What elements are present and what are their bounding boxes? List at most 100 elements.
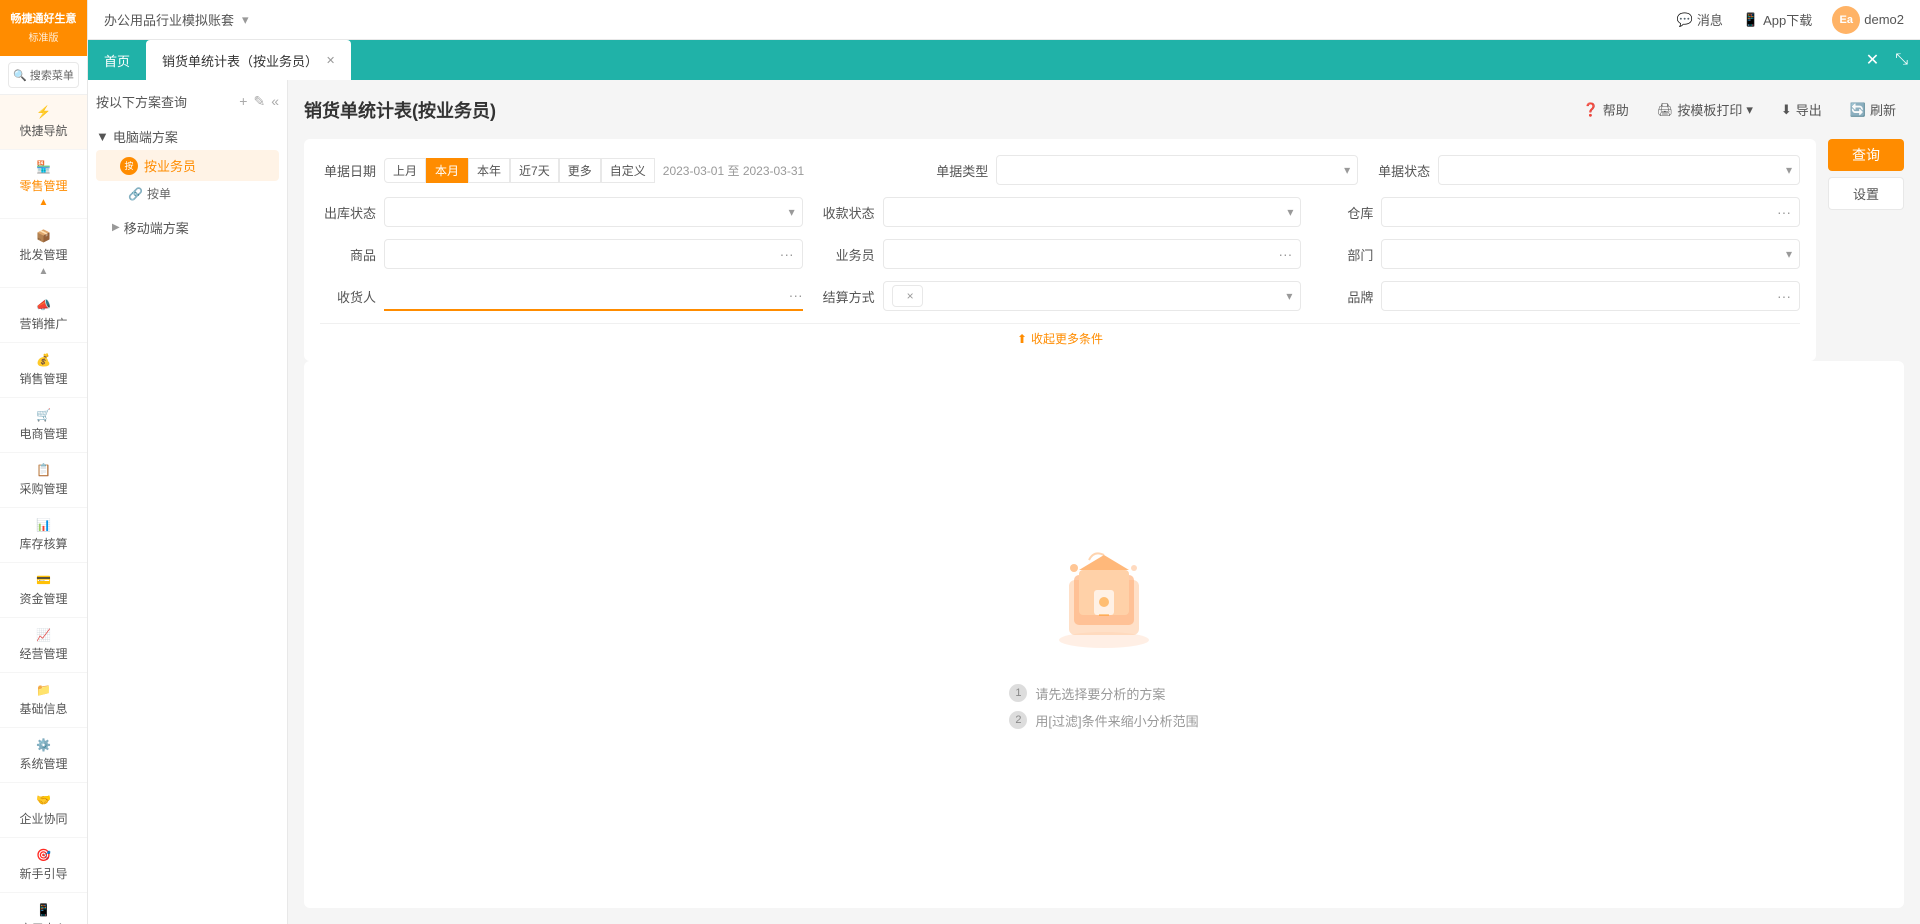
tab-close-icon[interactable]: ✕ <box>326 54 335 67</box>
shortcut-icon: ⚡ <box>36 105 51 119</box>
dept-select[interactable] <box>1381 239 1800 269</box>
app-download-button[interactable]: 📱 App下载 <box>1743 10 1812 29</box>
search-menu-area[interactable]: 🔍 搜索菜单 <box>0 56 87 95</box>
out-status-select[interactable] <box>384 197 803 227</box>
receipt-status-select-wrapper[interactable] <box>883 197 1302 227</box>
left-panel-actions: + ✎ « <box>239 93 279 110</box>
scheme-item-by-salesman[interactable]: 按 按业务员 <box>96 150 279 181</box>
sidebar-item-enterprise[interactable]: 🤝 企业协同 <box>0 783 87 838</box>
sidebar-item-ecommerce[interactable]: 🛒 电商管理 <box>0 398 87 453</box>
empty-tip-2: 2 用[过滤]条件来缩小分析范围 <box>1009 711 1198 730</box>
collapse-label: 收起更多条件 <box>1031 330 1103 347</box>
tab-home-label: 首页 <box>104 51 130 70</box>
refresh-label: 刷新 <box>1870 100 1896 119</box>
goods-label: 商品 <box>320 245 376 264</box>
scheme-sub-by-order[interactable]: 🔗 按单 <box>96 181 279 206</box>
message-button[interactable]: 💬 消息 <box>1677 10 1723 29</box>
left-panel-header: 按以下方案查询 + ✎ « <box>96 92 279 111</box>
salesman-input[interactable] <box>883 239 1302 269</box>
filter-date: 单据日期 上月 本月 本年 近7天 更多 自定义 2023-03-01 至 20… <box>320 158 916 183</box>
dept-select-wrapper[interactable] <box>1381 239 1800 269</box>
tab-sales-stat[interactable]: 销货单统计表（按业务员） ✕ <box>146 40 351 80</box>
header-dropdown-icon[interactable]: ▾ <box>242 12 249 28</box>
print-button[interactable]: 🖨 按模板打印 ▾ <box>1649 96 1761 123</box>
purchase-icon: 📋 <box>36 463 51 477</box>
sales-label: 销售管理 <box>19 370 67 387</box>
date-btn-last-month[interactable]: 上月 <box>384 158 426 183</box>
sidebar-item-basic[interactable]: 📁 基础信息 <box>0 673 87 728</box>
filter-warehouse: 仓库 <box>1317 197 1800 227</box>
sidebar-item-operation[interactable]: 📈 经营管理 <box>0 618 87 673</box>
date-btn-this-year[interactable]: 本年 <box>468 158 510 183</box>
doc-status-select-wrapper[interactable] <box>1438 155 1800 185</box>
empty-illustration <box>1044 540 1164 660</box>
app-center-label: 应用中心 <box>19 920 67 924</box>
date-btn-more[interactable]: 更多 <box>559 158 601 183</box>
sidebar-item-sales[interactable]: 💰 销售管理 <box>0 343 87 398</box>
right-panel: 销货单统计表(按业务员) ❓ 帮助 🖨 按模板打印 ▾ ⬇ 导出 <box>288 80 1920 924</box>
out-status-select-wrapper[interactable] <box>384 197 803 227</box>
brand-input[interactable] <box>1381 281 1800 311</box>
add-scheme-button[interactable]: + <box>239 93 247 110</box>
out-status-label: 出库状态 <box>320 203 376 222</box>
date-btn-custom[interactable]: 自定义 <box>601 158 655 183</box>
collapse-button[interactable]: ⬆ 收起更多条件 <box>320 323 1800 353</box>
refresh-icon: 🔄 <box>1850 102 1866 118</box>
search-menu-button[interactable]: 🔍 搜索菜单 <box>8 62 79 88</box>
left-panel-title: 按以下方案查询 <box>96 92 187 111</box>
setting-button[interactable]: 设置 <box>1828 177 1904 210</box>
mobile-scheme-group[interactable]: ▶ 移动端方案 <box>96 214 279 241</box>
edit-scheme-button[interactable]: ✎ <box>253 93 265 110</box>
enterprise-icon: 🤝 <box>36 793 51 807</box>
sidebar-item-finance[interactable]: 💳 资金管理 <box>0 563 87 618</box>
main-area: 办公用品行业模拟账套 ▾ 💬 消息 📱 App下载 Ea demo2 首页 <box>88 0 1920 924</box>
sidebar-item-wholesale[interactable]: 📦 批发管理 ▲ <box>0 219 87 288</box>
payment-tag-close[interactable]: × <box>907 289 914 303</box>
pc-scheme-group: ▼ 电脑端方案 按 按业务员 🔗 按单 <box>96 123 279 206</box>
consignee-input[interactable] <box>384 281 803 311</box>
doc-type-select-wrapper[interactable] <box>996 155 1358 185</box>
collapse-panel-button[interactable]: « <box>271 93 279 110</box>
message-icon: 💬 <box>1677 12 1693 28</box>
sidebar-item-purchase[interactable]: 📋 采购管理 <box>0 453 87 508</box>
doc-type-select[interactable] <box>996 155 1358 185</box>
sidebar-item-newbie[interactable]: 🎯 新手引导 <box>0 838 87 893</box>
sidebar-item-app-center[interactable]: 📱 应用中心 <box>0 893 87 924</box>
sidebar-item-system[interactable]: ⚙️ 系统管理 <box>0 728 87 783</box>
tab-minimize-button[interactable]: ✕ <box>1862 46 1883 74</box>
filter-row-1: 单据日期 上月 本月 本年 近7天 更多 自定义 2023-03-01 至 20… <box>320 155 1800 185</box>
goods-input[interactable] <box>384 239 803 269</box>
doc-status-select[interactable] <box>1438 155 1800 185</box>
tab-home[interactable]: 首页 <box>88 40 146 80</box>
top-header: 办公用品行业模拟账套 ▾ 💬 消息 📱 App下载 Ea demo2 <box>88 0 1920 40</box>
export-button[interactable]: ⬇ 导出 <box>1773 96 1830 123</box>
enterprise-label: 企业协同 <box>19 810 67 827</box>
user-profile[interactable]: Ea demo2 <box>1832 6 1904 34</box>
doc-status-label: 单据状态 <box>1374 161 1430 180</box>
sidebar-item-retail[interactable]: 🏪 零售管理 ▲ <box>0 150 87 219</box>
filter-payment: 结算方式 × <box>819 281 1302 311</box>
sidebar-item-marketing[interactable]: 📣 营销推广 <box>0 288 87 343</box>
ecommerce-icon: 🛒 <box>36 408 51 422</box>
help-button[interactable]: ❓ 帮助 <box>1575 96 1637 123</box>
payment-select[interactable]: × <box>883 281 1302 311</box>
scheme-sub-label: 按单 <box>147 185 171 202</box>
header-right: 💬 消息 📱 App下载 Ea demo2 <box>1677 6 1904 34</box>
tab-maximize-button[interactable]: ⤡ <box>1891 47 1912 73</box>
help-icon: ❓ <box>1583 102 1599 118</box>
pc-scheme-group-header[interactable]: ▼ 电脑端方案 <box>96 123 279 150</box>
receipt-status-select[interactable] <box>883 197 1302 227</box>
date-btn-last7[interactable]: 近7天 <box>510 158 559 183</box>
sidebar-item-shortcut[interactable]: ⚡ 快捷导航 <box>0 95 87 150</box>
sidebar: 畅捷通好生意 标准版 🔍 搜索菜单 ⚡ 快捷导航 🏪 零售管理 ▲ 📦 批发管理… <box>0 0 88 924</box>
refresh-button[interactable]: 🔄 刷新 <box>1842 96 1904 123</box>
query-button[interactable]: 查询 <box>1828 139 1904 171</box>
filter-area: 单据日期 上月 本月 本年 近7天 更多 自定义 2023-03-01 至 20… <box>304 139 1904 361</box>
user-name: demo2 <box>1864 12 1904 27</box>
date-btn-this-month[interactable]: 本月 <box>426 158 468 183</box>
tab-bar: 首页 销货单统计表（按业务员） ✕ ✕ ⤡ <box>88 40 1920 80</box>
warehouse-input[interactable] <box>1381 197 1800 227</box>
payment-tag[interactable]: × <box>892 285 923 307</box>
sidebar-item-inventory[interactable]: 📊 库存核算 <box>0 508 87 563</box>
page-header: 销货单统计表(按业务员) ❓ 帮助 🖨 按模板打印 ▾ ⬇ 导出 <box>304 96 1904 123</box>
